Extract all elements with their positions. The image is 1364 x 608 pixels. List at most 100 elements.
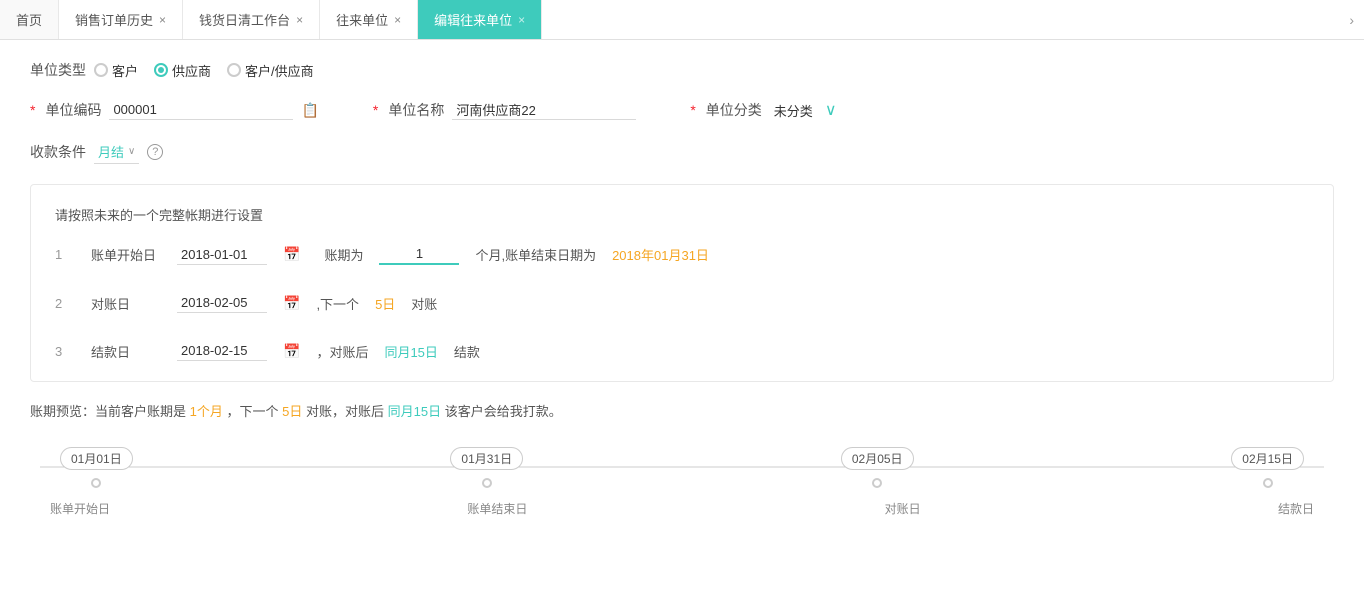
- radio-supplier-label: 供应商: [172, 61, 211, 80]
- period-suffix: 个月,账单结束日期为: [475, 245, 596, 264]
- tab-cash-clear-label: 钱货日清工作台: [199, 10, 290, 29]
- tab-home-label: 首页: [16, 10, 42, 29]
- unit-name-input[interactable]: [452, 100, 636, 120]
- period-end-date: 2018年01月31日: [612, 245, 709, 264]
- unit-category-dropdown[interactable]: ∨: [825, 100, 837, 120]
- radio-customer-label: 客户: [112, 61, 138, 80]
- period-value-input[interactable]: [379, 244, 459, 265]
- payment-suffix: 结款: [454, 342, 480, 361]
- unit-category-label: 单位分类: [706, 100, 762, 120]
- tab-sales-history-label: 销售订单历史: [75, 10, 153, 29]
- unit-type-row: 单位类型 客户 供应商 客户/供应商: [30, 60, 1334, 80]
- payment-prefix: ，对账后: [316, 342, 368, 361]
- unit-name-label: 单位名称: [388, 100, 444, 120]
- unit-type-group: 单位类型 客户 供应商 客户/供应商: [30, 60, 314, 80]
- calendar-icon-code[interactable]: 📋: [301, 102, 318, 119]
- payment-condition-select[interactable]: 月结 ∨: [94, 140, 139, 164]
- tab-partner-unit[interactable]: 往来单位 ×: [320, 0, 418, 39]
- calendar-icon-reconcile[interactable]: 📅: [283, 295, 300, 312]
- setting-row-3: 3 结款日 📅 ，对账后 同月15日 结款: [55, 341, 1309, 361]
- unit-code-label: 单位编码: [45, 100, 101, 120]
- payment-condition-label: 收款条件: [30, 142, 86, 162]
- timeline-container: 01月01日 01月31日 02月05日 02月15日: [40, 447, 1324, 488]
- preview-middle2: 对账，对账后: [306, 404, 384, 419]
- unit-name-group: * 单位名称: [373, 100, 636, 120]
- row-label-1: 账单开始日: [91, 245, 161, 264]
- tab-edit-partner-close[interactable]: ×: [518, 13, 525, 27]
- timeline-label-1: 01月31日: [450, 447, 523, 470]
- setting-row-1: 1 账单开始日 📅 账期为 个月,账单结束日期为 2018年01月31日: [55, 244, 1309, 265]
- unit-code-group: * 单位编码 📋: [30, 100, 319, 120]
- payment-condition-group: 收款条件 月结 ∨ ?: [30, 140, 163, 164]
- calendar-icon-payment[interactable]: 📅: [283, 343, 300, 360]
- chevron-right-icon: ›: [1349, 12, 1354, 28]
- unit-category-value: 未分类: [774, 101, 813, 120]
- tab-partner-unit-close[interactable]: ×: [394, 13, 401, 27]
- timeline-label-3: 02月15日: [1231, 447, 1304, 470]
- radio-group-unit-type: 客户 供应商 客户/供应商: [94, 61, 314, 80]
- timeline-label-2: 02月05日: [841, 447, 914, 470]
- period-label: 账期为: [324, 245, 363, 264]
- unit-name-required: *: [373, 102, 378, 118]
- radio-circle-supplier: [154, 63, 168, 77]
- tab-cash-clear-close[interactable]: ×: [296, 13, 303, 27]
- tab-sales-history-close[interactable]: ×: [159, 13, 166, 27]
- tab-partner-unit-label: 往来单位: [336, 10, 388, 29]
- unit-code-input[interactable]: [109, 100, 293, 120]
- timeline-desc-2: 对账日: [885, 500, 921, 517]
- row-num-1: 1: [55, 247, 75, 262]
- reconcile-date-input[interactable]: [177, 293, 267, 313]
- preview-highlight2: 5日: [282, 404, 302, 419]
- row-num-3: 3: [55, 344, 75, 359]
- timeline-point-1: 01月31日: [450, 447, 523, 488]
- help-icon[interactable]: ?: [147, 144, 163, 160]
- calendar-icon-start[interactable]: 📅: [283, 246, 300, 263]
- page-content: 单位类型 客户 供应商 客户/供应商 * 单位编码: [0, 40, 1364, 608]
- tab-sales-history[interactable]: 销售订单历史 ×: [59, 0, 183, 39]
- radio-supplier[interactable]: 供应商: [154, 61, 211, 80]
- preview-text: 账期预览：当前客户账期是 1个月 ，下一个 5日 对账，对账后 同月15日 该客…: [30, 402, 1334, 423]
- reconcile-prefix: ,下一个: [316, 294, 359, 313]
- preview-suffix: 该客户会给我打款。: [445, 404, 562, 419]
- timeline-desc-1: 账单结束日: [467, 500, 527, 517]
- preview-middle1: ，下一个: [227, 404, 279, 419]
- timeline-dot-1: [482, 478, 492, 488]
- radio-circle-customer: [94, 63, 108, 77]
- timeline-dot-2: [872, 478, 882, 488]
- tab-edit-partner-label: 编辑往来单位: [434, 10, 512, 29]
- tab-edit-partner[interactable]: 编辑往来单位 ×: [418, 0, 542, 39]
- radio-both[interactable]: 客户/供应商: [227, 61, 314, 80]
- timeline-point-0: 01月01日: [60, 447, 133, 488]
- unit-code-required: *: [30, 102, 35, 118]
- reconcile-suffix: 对账: [411, 294, 437, 313]
- timeline-desc-0: 账单开始日: [50, 500, 110, 517]
- radio-both-label: 客户/供应商: [245, 61, 314, 80]
- unit-type-label: 单位类型: [30, 60, 86, 80]
- preview-highlight1: 1个月: [190, 404, 223, 419]
- payment-date-input[interactable]: [177, 341, 267, 361]
- timeline-desc-3: 结款日: [1278, 500, 1314, 517]
- payment-highlight: 同月15日: [384, 342, 437, 361]
- tabs-bar: 首页 销售订单历史 × 钱货日清工作台 × 往来单位 × 编辑往来单位 × ›: [0, 0, 1364, 40]
- start-date-input[interactable]: [177, 245, 267, 265]
- row-num-2: 2: [55, 296, 75, 311]
- timeline-points: 01月01日 01月31日 02月05日 02月15日: [60, 447, 1304, 488]
- timeline-dot-0: [91, 478, 101, 488]
- tabs-expand-button[interactable]: ›: [1339, 0, 1364, 39]
- unit-info-row: * 单位编码 📋 * 单位名称 * 单位分类 未分类 ∨: [30, 100, 1334, 120]
- radio-customer[interactable]: 客户: [94, 61, 138, 80]
- tab-home[interactable]: 首页: [0, 0, 59, 39]
- radio-circle-both: [227, 63, 241, 77]
- chevron-down-icon: ∨: [128, 146, 135, 157]
- timeline-wrapper: 01月01日 01月31日 02月05日 02月15日 账单开: [30, 447, 1334, 517]
- unit-category-group: * 单位分类 未分类 ∨: [690, 100, 836, 120]
- preview-prefix: 账期预览：当前客户账期是: [30, 404, 186, 419]
- timeline-point-3: 02月15日: [1231, 447, 1304, 488]
- preview-highlight3: 同月15日: [388, 404, 441, 419]
- row-label-3: 结款日: [91, 342, 161, 361]
- timeline-point-2: 02月05日: [841, 447, 914, 488]
- reconcile-highlight: 5日: [375, 294, 395, 313]
- setting-row-2: 2 对账日 📅 ,下一个 5日 对账: [55, 293, 1309, 313]
- section-title: 请按照未来的一个完整帐期进行设置: [55, 205, 1309, 224]
- tab-cash-clear[interactable]: 钱货日清工作台 ×: [183, 0, 320, 39]
